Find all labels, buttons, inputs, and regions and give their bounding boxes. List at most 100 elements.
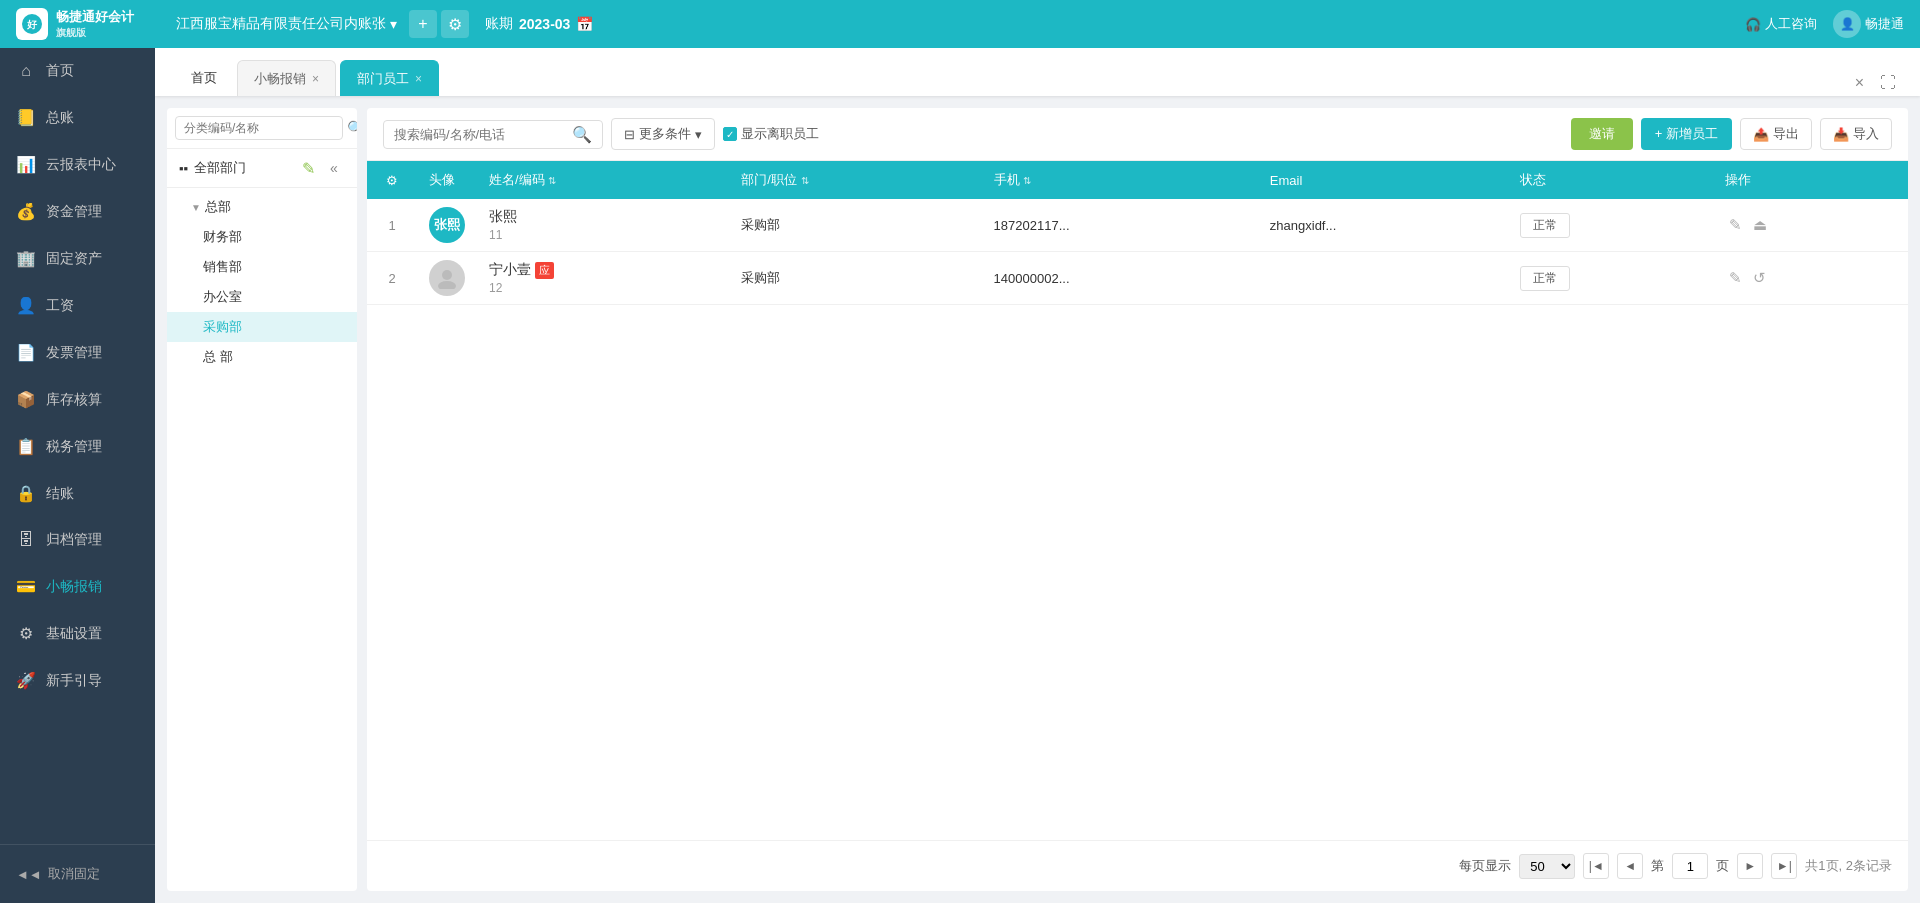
edit-employee-button[interactable]: ✎: [1725, 267, 1746, 289]
pagination: 每页显示 50 10 20 100 |◄ ◄ 第 页 ► ►| 共1页, 2条记…: [367, 840, 1908, 891]
sidebar-bottom: ◄◄ 取消固定: [0, 844, 155, 903]
logout-employee-button[interactable]: ⏏: [1749, 214, 1771, 236]
avatar-cell: 张熙: [417, 199, 477, 252]
sidebar-item-settings[interactable]: ⚙ 基础设置: [0, 610, 155, 657]
topbar-actions: + ⚙: [409, 10, 469, 38]
invite-button[interactable]: 邀请: [1571, 118, 1633, 150]
page-next-button[interactable]: ►: [1737, 853, 1763, 879]
tab-dept-emp[interactable]: 部门员工 ×: [340, 60, 439, 96]
svg-text:好: 好: [26, 19, 38, 30]
status-badge: 正常: [1520, 266, 1570, 291]
chevron-down-icon: ▾: [390, 16, 397, 32]
sort-dept-icon: ⇅: [801, 175, 809, 186]
emp-tbody: 1 张熙 张熙 11 采购部 187202117... zhangxidf...…: [367, 199, 1908, 305]
collapse-dept-button[interactable]: «: [323, 157, 345, 179]
sidebar-item-guide[interactable]: 🚀 新手引导: [0, 657, 155, 704]
dept-search-input[interactable]: [175, 116, 343, 140]
tab-expense[interactable]: 小畅报销 ×: [237, 60, 336, 96]
add-button[interactable]: +: [409, 10, 437, 38]
sidebar-item-home[interactable]: ⌂ 首页: [0, 48, 155, 94]
sidebar-item-assets[interactable]: 🏢 固定资产: [0, 235, 155, 282]
emp-code: 11: [489, 228, 717, 242]
emp-name: 张熙: [489, 208, 717, 226]
add-employee-button[interactable]: + 新增员工: [1641, 118, 1732, 150]
tab-expense-close[interactable]: ×: [312, 72, 319, 86]
period-display: 账期 2023-03 📅: [485, 15, 593, 33]
ai-consult[interactable]: 🎧 人工咨询: [1745, 15, 1817, 33]
settings-icon[interactable]: ⚙: [441, 10, 469, 38]
svg-point-3: [438, 281, 456, 289]
app-title: 畅捷通好会计: [56, 8, 134, 26]
employee-panel: 🔍 ⊟ 更多条件 ▾ ✓ 显示离职员工 邀请: [367, 108, 1908, 891]
col-dept[interactable]: 部门/职位 ⇅: [729, 161, 981, 199]
svg-point-2: [442, 270, 452, 280]
sidebar-item-expense[interactable]: 💳 小畅报销: [0, 563, 155, 610]
emp-code: 12: [489, 281, 717, 295]
show-resigned-toggle[interactable]: ✓ 显示离职员工: [723, 125, 819, 143]
dept-panel: 🔍 ▪▪ 全部部门 ✎ « ▼ 总部: [167, 108, 357, 891]
dept-node-xiaoshou[interactable]: 销售部: [167, 252, 357, 282]
edit-employee-button[interactable]: ✎: [1725, 214, 1746, 236]
page-prev-button[interactable]: ◄: [1617, 853, 1643, 879]
dept-node-zongbu[interactable]: ▼ 总部: [167, 192, 357, 222]
edit-dept-button[interactable]: ✎: [297, 157, 319, 179]
emp-toolbar-right: 邀请 + 新增员工 📤 导出 📥 导入: [1571, 118, 1892, 150]
inner-content: 🔍 ▪▪ 全部部门 ✎ « ▼ 总部: [155, 96, 1920, 903]
col-settings[interactable]: ⚙: [367, 161, 417, 199]
sidebar-item-archive[interactable]: 🗄 归档管理: [0, 517, 155, 563]
sidebar-item-ledger[interactable]: 📒 总账: [0, 94, 155, 141]
app-subtitle: 旗舰版: [56, 26, 134, 40]
dept-node-caigou[interactable]: 采购部: [167, 312, 357, 342]
dept-node-caiwu[interactable]: 财务部: [167, 222, 357, 252]
export-button[interactable]: 📤 导出: [1740, 118, 1812, 150]
sidebar-item-payroll[interactable]: 👤 工资: [0, 282, 155, 329]
export-icon: 📤: [1753, 127, 1769, 142]
page-last-button[interactable]: ►|: [1771, 853, 1797, 879]
company-name[interactable]: 江西服宝精品有限责任公司内账张 ▾: [176, 15, 397, 33]
calendar-icon[interactable]: 📅: [576, 16, 593, 32]
reports-icon: 📊: [16, 155, 36, 174]
sidebar-item-invoice[interactable]: 📄 发票管理: [0, 329, 155, 376]
emp-search-input[interactable]: [394, 127, 566, 142]
expand-window-button[interactable]: ⛶: [1876, 70, 1900, 96]
sidebar-item-reports[interactable]: 📊 云报表中心: [0, 141, 155, 188]
sidebar-item-capital[interactable]: 💰 资金管理: [0, 188, 155, 235]
import-button[interactable]: 📥 导入: [1820, 118, 1892, 150]
page-first-button[interactable]: |◄: [1583, 853, 1609, 879]
user-profile[interactable]: 👤 畅捷通: [1833, 10, 1904, 38]
col-email: Email: [1258, 161, 1508, 199]
page-input[interactable]: [1672, 853, 1708, 879]
payroll-icon: 👤: [16, 296, 36, 315]
sidebar-item-inventory[interactable]: 📦 库存核算: [0, 376, 155, 423]
window-controls: × ⛶: [1851, 70, 1900, 96]
close-window-button[interactable]: ×: [1851, 70, 1868, 96]
sidebar-item-closing[interactable]: 🔒 结账: [0, 470, 155, 517]
avatar: 👤: [1833, 10, 1861, 38]
delete-employee-button[interactable]: ↺: [1749, 267, 1770, 289]
col-phone[interactable]: 手机 ⇅: [982, 161, 1258, 199]
cancel-fixed-button[interactable]: ◄◄ 取消固定: [0, 855, 155, 893]
emp-toolbar: 🔍 ⊟ 更多条件 ▾ ✓ 显示离职员工 邀请: [367, 108, 1908, 161]
name-cell: 张熙 11: [477, 199, 729, 252]
tab-dept-emp-close[interactable]: ×: [415, 72, 422, 86]
dept-search-button[interactable]: 🔍: [347, 120, 357, 136]
invoice-icon: 📄: [16, 343, 36, 362]
avatar: 张熙: [429, 207, 465, 243]
filter-button[interactable]: ⊟ 更多条件 ▾: [611, 118, 715, 150]
sidebar-item-tax[interactable]: 📋 税务管理: [0, 423, 155, 470]
sidebar: ⌂ 首页 📒 总账 📊 云报表中心 💰 资金管理 🏢 固定资产 👤 工资 📄 发…: [0, 48, 155, 903]
resigned-checkbox[interactable]: ✓: [723, 127, 737, 141]
dept-node-zong[interactable]: 总 部: [167, 342, 357, 372]
ledger-icon: 📒: [16, 108, 36, 127]
assets-icon: 🏢: [16, 249, 36, 268]
tab-home[interactable]: 首页: [175, 60, 233, 96]
phone-cell: 140000002...: [982, 252, 1258, 305]
email-cell: [1258, 252, 1508, 305]
sort-name-icon: ⇅: [548, 175, 556, 186]
chevron-down-icon: ▾: [695, 127, 702, 142]
col-name[interactable]: 姓名/编码 ⇅: [477, 161, 729, 199]
dept-node-bangong[interactable]: 办公室: [167, 282, 357, 312]
sort-phone-icon: ⇅: [1023, 175, 1031, 186]
tag-badge: 应: [535, 262, 554, 279]
page-size-select[interactable]: 50 10 20 100: [1519, 854, 1575, 879]
